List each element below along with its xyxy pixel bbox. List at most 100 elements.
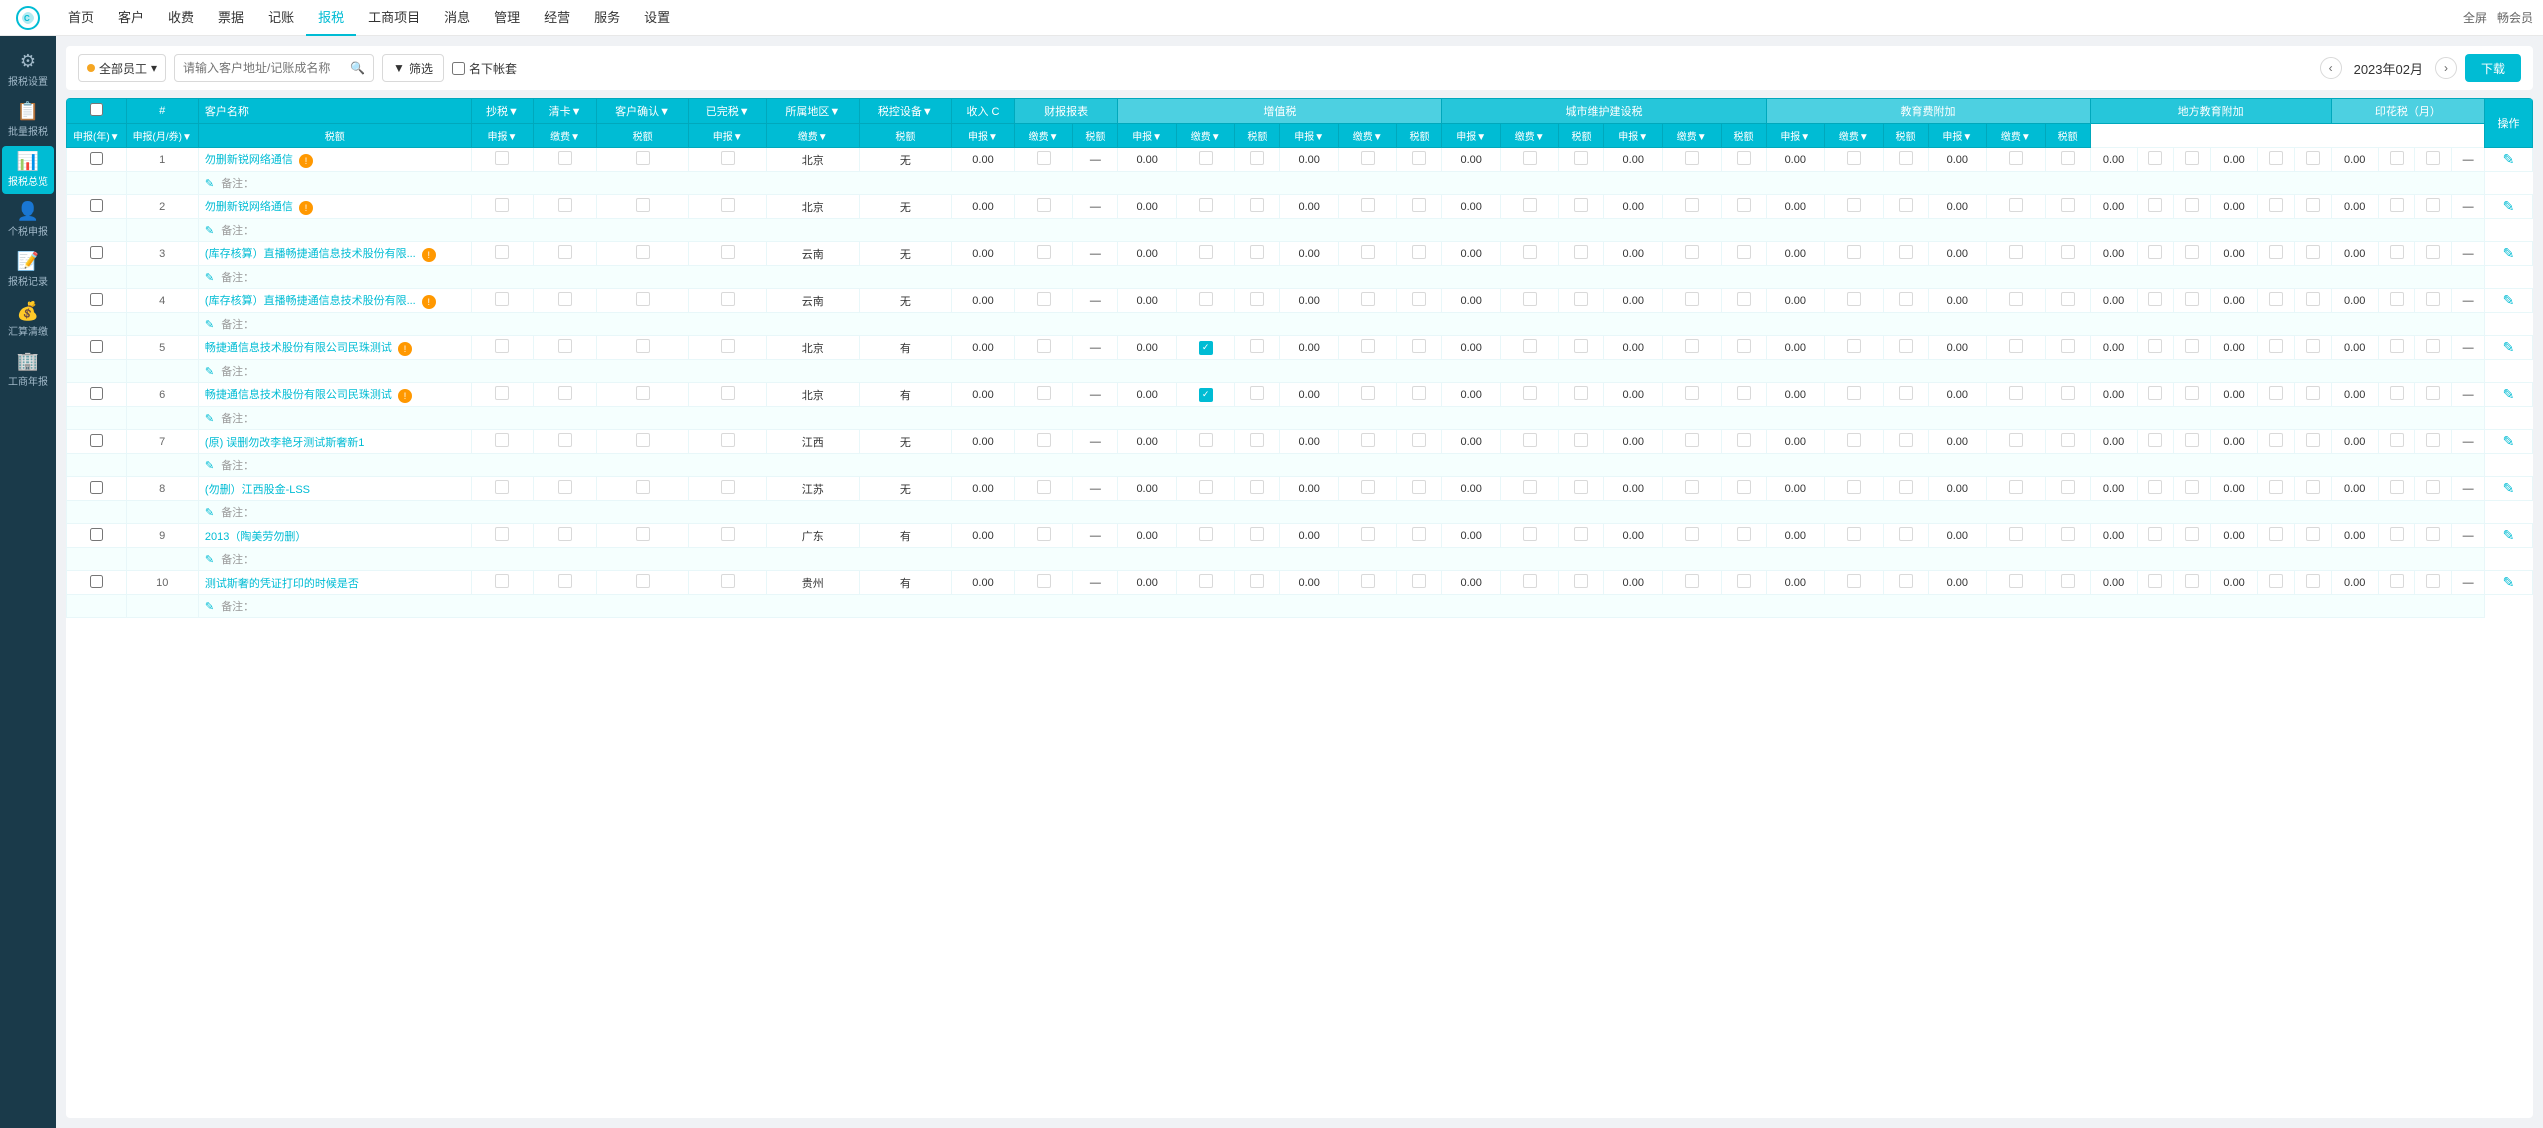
- yh-report-checkbox[interactable]: [2390, 480, 2404, 494]
- caibao-year-checkbox[interactable]: [1037, 339, 1051, 353]
- caibao-year-checkbox[interactable]: [1037, 527, 1051, 541]
- zz-pay-checkbox[interactable]: [1250, 245, 1264, 259]
- jy-report2-checkbox[interactable]: [2009, 480, 2023, 494]
- df-pay-checkbox[interactable]: [2185, 480, 2199, 494]
- jy-pay2-checkbox[interactable]: [2061, 245, 2075, 259]
- unchecked-checkbox[interactable]: [1199, 151, 1213, 165]
- search-input[interactable]: [183, 61, 346, 75]
- zz-pay2-checkbox[interactable]: [1412, 480, 1426, 494]
- zz-report2-checkbox[interactable]: [1361, 386, 1375, 400]
- edit-button[interactable]: ✎: [2503, 574, 2515, 590]
- nav-customer[interactable]: 客户: [106, 0, 156, 36]
- confirm-checkbox[interactable]: [636, 480, 650, 494]
- qingka-checkbox[interactable]: [558, 245, 572, 259]
- df-report-checkbox[interactable]: [2148, 292, 2162, 306]
- unchecked-checkbox[interactable]: [1199, 198, 1213, 212]
- paid-checkbox[interactable]: [721, 292, 735, 306]
- df-report2-checkbox[interactable]: [2269, 245, 2283, 259]
- jy-report2-checkbox[interactable]: [2009, 527, 2023, 541]
- paid-checkbox[interactable]: [721, 527, 735, 541]
- cw-pay-checkbox[interactable]: [1574, 151, 1588, 165]
- df-report-checkbox[interactable]: [2148, 339, 2162, 353]
- row-checkbox[interactable]: [90, 434, 103, 447]
- df-pay2-checkbox[interactable]: [2306, 527, 2320, 541]
- jy-pay2-checkbox[interactable]: [2061, 198, 2075, 212]
- cw-report2-checkbox[interactable]: [1685, 574, 1699, 588]
- jy-pay2-checkbox[interactable]: [2061, 386, 2075, 400]
- jy-report2-checkbox[interactable]: [2009, 386, 2023, 400]
- nav-home[interactable]: 首页: [56, 0, 106, 36]
- nav-operate[interactable]: 经营: [532, 0, 582, 36]
- confirm-checkbox[interactable]: [636, 151, 650, 165]
- cw-report2-checkbox[interactable]: [1685, 198, 1699, 212]
- yh-report-checkbox[interactable]: [2390, 386, 2404, 400]
- yh-report-checkbox[interactable]: [2390, 245, 2404, 259]
- df-report2-checkbox[interactable]: [2269, 480, 2283, 494]
- yh-pay-checkbox[interactable]: [2426, 151, 2440, 165]
- yh-pay-checkbox[interactable]: [2426, 527, 2440, 541]
- cw-pay-checkbox[interactable]: [1574, 292, 1588, 306]
- edit-button[interactable]: ✎: [2503, 480, 2515, 496]
- account-checkbox[interactable]: [452, 62, 465, 75]
- cw-report-checkbox[interactable]: [1523, 386, 1537, 400]
- jy-report-checkbox[interactable]: [1847, 151, 1861, 165]
- cw-pay-checkbox[interactable]: [1574, 574, 1588, 588]
- zz-pay-checkbox[interactable]: [1250, 198, 1264, 212]
- paid-checkbox[interactable]: [721, 480, 735, 494]
- zz-pay2-checkbox[interactable]: [1412, 245, 1426, 259]
- cw-report2-checkbox[interactable]: [1685, 339, 1699, 353]
- edit-button[interactable]: ✎: [2503, 198, 2515, 214]
- row-checkbox[interactable]: [90, 293, 103, 306]
- jy-report2-checkbox[interactable]: [2009, 245, 2023, 259]
- cw-pay2-checkbox[interactable]: [1737, 198, 1751, 212]
- cw-report-checkbox[interactable]: [1523, 339, 1537, 353]
- cw-pay2-checkbox[interactable]: [1737, 386, 1751, 400]
- df-report-checkbox[interactable]: [2148, 527, 2162, 541]
- jy-report-checkbox[interactable]: [1847, 527, 1861, 541]
- row-checkbox[interactable]: [90, 575, 103, 588]
- nav-charge[interactable]: 收费: [156, 0, 206, 36]
- edit-button[interactable]: ✎: [2503, 386, 2515, 402]
- paid-checkbox[interactable]: [721, 386, 735, 400]
- cw-report2-checkbox[interactable]: [1685, 245, 1699, 259]
- caibao-year-checkbox[interactable]: [1037, 151, 1051, 165]
- confirm-checkbox[interactable]: [636, 339, 650, 353]
- cw-report-checkbox[interactable]: [1523, 574, 1537, 588]
- cw-report-checkbox[interactable]: [1523, 245, 1537, 259]
- filter-button[interactable]: ▼ 筛选: [382, 54, 444, 82]
- sidebar-item-reconcile[interactable]: 💰 汇算清缴: [2, 296, 54, 344]
- client-name-text[interactable]: 畅捷通信息技术股份有限公司民珠测试: [205, 342, 392, 354]
- confirm-checkbox[interactable]: [636, 245, 650, 259]
- chaosui-checkbox[interactable]: [495, 339, 509, 353]
- cw-pay-checkbox[interactable]: [1574, 527, 1588, 541]
- df-pay-checkbox[interactable]: [2185, 292, 2199, 306]
- zz-report2-checkbox[interactable]: [1361, 198, 1375, 212]
- jy-pay-checkbox[interactable]: [1899, 480, 1913, 494]
- nav-accounting[interactable]: 记账: [256, 0, 306, 36]
- sidebar-item-tax-settings[interactable]: ⚙ 报税设置: [2, 46, 54, 94]
- qingka-checkbox[interactable]: [558, 480, 572, 494]
- yh-pay-checkbox[interactable]: [2426, 433, 2440, 447]
- nav-service[interactable]: 服务: [582, 0, 632, 36]
- jy-report-checkbox[interactable]: [1847, 386, 1861, 400]
- nav-tax[interactable]: 报税: [306, 0, 356, 36]
- zz-pay-checkbox[interactable]: [1250, 151, 1264, 165]
- sidebar-item-batch-tax[interactable]: 📋 批量报税: [2, 96, 54, 144]
- row-checkbox[interactable]: [90, 199, 103, 212]
- zz-pay2-checkbox[interactable]: [1412, 386, 1426, 400]
- cw-report-checkbox[interactable]: [1523, 433, 1537, 447]
- cw-report2-checkbox[interactable]: [1685, 292, 1699, 306]
- yh-report-checkbox[interactable]: [2390, 339, 2404, 353]
- chaosui-checkbox[interactable]: [495, 245, 509, 259]
- cw-report-checkbox[interactable]: [1523, 198, 1537, 212]
- cw-pay-checkbox[interactable]: [1574, 433, 1588, 447]
- yh-pay-checkbox[interactable]: [2426, 574, 2440, 588]
- qingka-checkbox[interactable]: [558, 386, 572, 400]
- yh-pay-checkbox[interactable]: [2426, 245, 2440, 259]
- caibao-year-checkbox[interactable]: [1037, 386, 1051, 400]
- df-pay2-checkbox[interactable]: [2306, 433, 2320, 447]
- chaosui-checkbox[interactable]: [495, 292, 509, 306]
- client-name-text[interactable]: (勿删）江西股金-LSS: [205, 484, 310, 496]
- zz-report2-checkbox[interactable]: [1361, 527, 1375, 541]
- yh-report-checkbox[interactable]: [2390, 574, 2404, 588]
